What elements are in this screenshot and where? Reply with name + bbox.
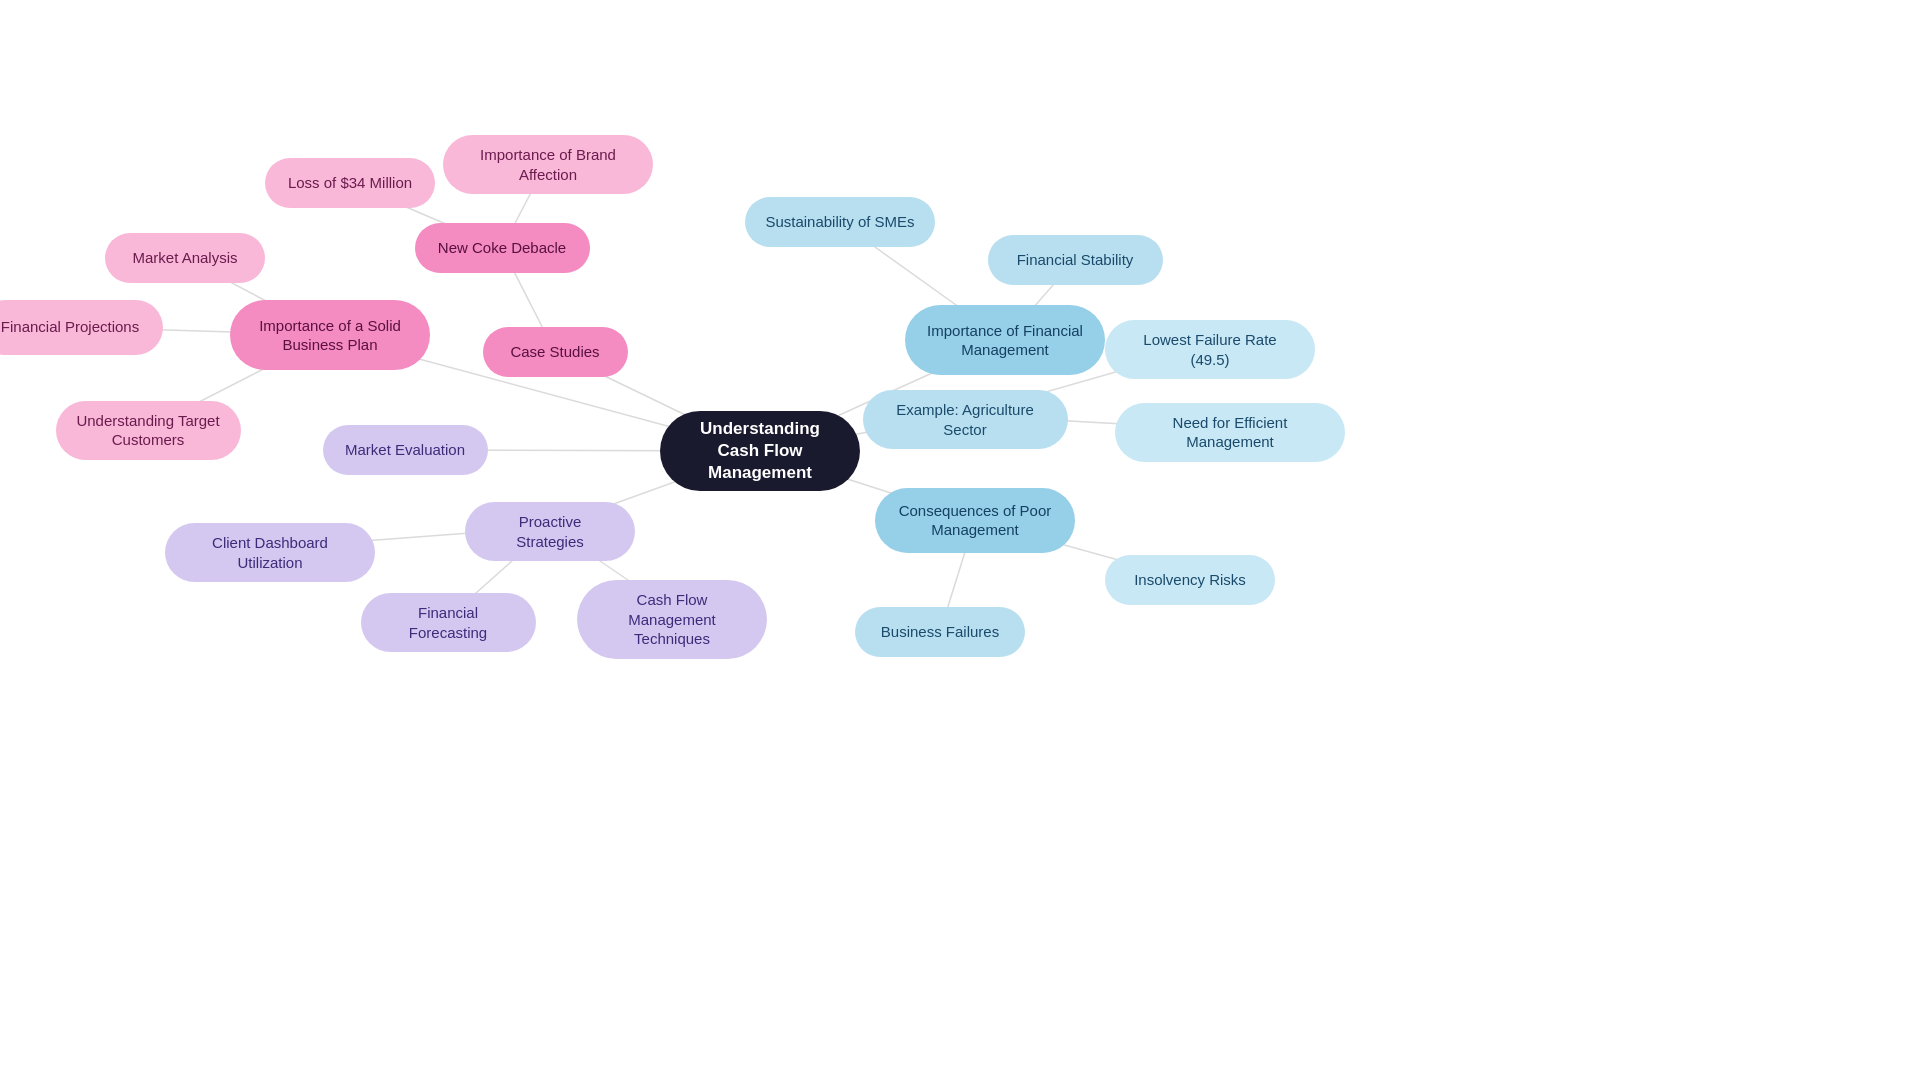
node-business-failures[interactable]: Business Failures [855, 607, 1025, 657]
node-lowest-failure[interactable]: Lowest Failure Rate (49.5) [1105, 320, 1315, 379]
node-need-efficient[interactable]: Need for Efficient Management [1115, 403, 1345, 462]
node-loss-34m[interactable]: Loss of $34 Million [265, 158, 435, 208]
node-consequences-poor[interactable]: Consequences of Poor Management [875, 488, 1075, 553]
node-market-analysis[interactable]: Market Analysis [105, 233, 265, 283]
node-importance-financial-mgmt[interactable]: Importance of Financial Management [905, 305, 1105, 375]
node-insolvency-risks[interactable]: Insolvency Risks [1105, 555, 1275, 605]
node-proactive-strategies[interactable]: Proactive Strategies [465, 502, 635, 561]
node-financial-forecasting[interactable]: Financial Forecasting [361, 593, 536, 652]
node-importance-brand[interactable]: Importance of Brand Affection [443, 135, 653, 194]
node-client-dashboard[interactable]: Client Dashboard Utilization [165, 523, 375, 582]
node-example-agriculture[interactable]: Example: Agriculture Sector [863, 390, 1068, 449]
node-understanding-target[interactable]: Understanding Target Customers [56, 401, 241, 460]
node-sustainability-smes[interactable]: Sustainability of SMEs [745, 197, 935, 247]
node-market-evaluation[interactable]: Market Evaluation [323, 425, 488, 475]
mindmap-container: Understanding Cash Flow Management Financ… [0, 0, 1920, 1083]
node-financial-stability[interactable]: Financial Stability [988, 235, 1163, 285]
node-importance-solid-plan[interactable]: Importance of a Solid Business Plan [230, 300, 430, 370]
node-cash-flow-techniques[interactable]: Cash Flow Management Techniques [577, 580, 767, 659]
node-financial-projections[interactable]: Financial Projections [0, 300, 163, 355]
node-case-studies[interactable]: Case Studies [483, 327, 628, 377]
center-node[interactable]: Understanding Cash Flow Management [660, 411, 860, 491]
node-new-coke[interactable]: New Coke Debacle [415, 223, 590, 273]
